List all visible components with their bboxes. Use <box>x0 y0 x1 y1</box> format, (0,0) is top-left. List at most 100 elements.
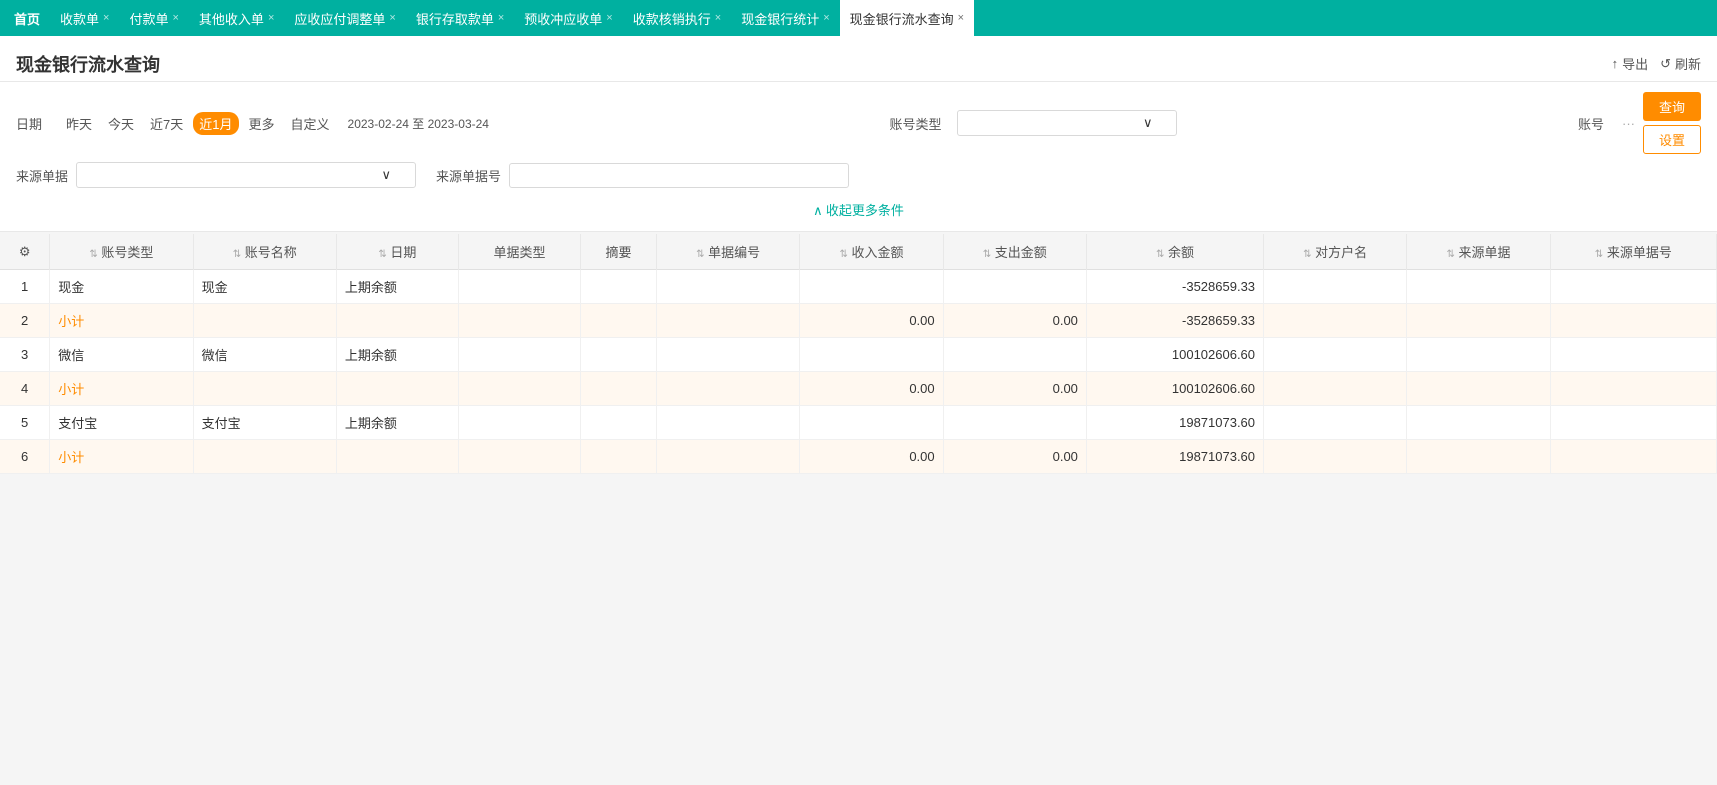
cell-summary <box>580 304 656 338</box>
nav-tab-statistics[interactable]: 现金银行统计 × <box>731 0 839 36</box>
sort-icon[interactable]: ⇅ <box>89 249 97 260</box>
cell-date: 上期余额 <box>336 270 458 304</box>
cell-expense <box>943 406 1086 440</box>
close-icon[interactable]: × <box>498 12 504 24</box>
cell-account-type: 现金 <box>50 270 193 304</box>
date-option-more[interactable]: 更多 <box>243 112 281 135</box>
cell-balance: 100102606.60 <box>1086 372 1263 406</box>
close-icon[interactable]: × <box>389 12 395 24</box>
gear-icon: ⚙ <box>19 244 31 259</box>
row-number: 1 <box>0 270 50 304</box>
col-doc-type: 单据类型 <box>458 234 580 270</box>
query-button[interactable]: 查询 <box>1643 92 1701 121</box>
source-doc-label: 来源单据 <box>16 166 68 185</box>
close-icon[interactable]: × <box>103 12 109 24</box>
cell-account-type: 支付宝 <box>50 406 193 440</box>
source-doc-select[interactable]: ∨ <box>76 162 416 188</box>
nav-tab-flow-query[interactable]: 现金银行流水查询 × <box>840 0 974 36</box>
source-doc-num-input[interactable] <box>509 163 849 188</box>
nav-tab-home[interactable]: 首页 <box>4 0 50 36</box>
close-icon[interactable]: × <box>823 12 829 24</box>
sort-icon[interactable]: ⇅ <box>839 249 847 260</box>
cell-source-doc-no <box>1550 338 1716 372</box>
sort-icon[interactable]: ⇅ <box>1595 249 1603 260</box>
col-expense: ⇅ 支出金额 <box>943 234 1086 270</box>
nav-tab-payment[interactable]: 付款单 × <box>119 0 188 36</box>
cell-doc-type <box>458 372 580 406</box>
account-type-select[interactable]: ∨ <box>957 110 1177 136</box>
cell-counterparty <box>1264 304 1407 338</box>
top-navigation: 首页 收款单 × 付款单 × 其他收入单 × 应收应付调整单 × 银行存取款单 … <box>0 0 1717 36</box>
row-number: 2 <box>0 304 50 338</box>
row-number: 5 <box>0 406 50 440</box>
date-option-custom[interactable]: 自定义 <box>285 112 336 135</box>
cell-date <box>336 372 458 406</box>
account-dots-button[interactable]: ··· <box>1622 116 1635 131</box>
sort-icon[interactable]: ⇅ <box>1303 249 1311 260</box>
cell-account-type: 小计 <box>50 440 193 474</box>
account-type-label: 账号类型 <box>889 114 949 133</box>
close-icon[interactable]: × <box>715 12 721 24</box>
cell-doc-no <box>657 440 800 474</box>
nav-tab-verification[interactable]: 收款核销执行 × <box>623 0 731 36</box>
date-option-7days[interactable]: 近7天 <box>144 112 189 135</box>
cell-expense <box>943 338 1086 372</box>
col-account-type: ⇅ 账号类型 <box>50 234 193 270</box>
date-option-yesterday[interactable]: 昨天 <box>60 112 98 135</box>
cell-doc-type <box>458 270 580 304</box>
col-summary: 摘要 <box>580 234 656 270</box>
close-icon[interactable]: × <box>172 12 178 24</box>
sort-icon[interactable]: ⇅ <box>696 249 704 260</box>
cell-doc-no <box>657 406 800 440</box>
cell-source-doc-no <box>1550 440 1716 474</box>
sort-icon[interactable]: ⇅ <box>1156 249 1164 260</box>
collapse-bar[interactable]: ∧ 收起更多条件 <box>16 196 1701 221</box>
cell-account-name <box>193 440 336 474</box>
col-settings[interactable]: ⚙ <box>0 234 50 270</box>
date-option-1month[interactable]: 近1月 <box>193 112 238 135</box>
refresh-icon: ↺ <box>1660 56 1671 72</box>
header-actions: ↑ 导出 ↺ 刷新 <box>1612 54 1701 73</box>
cell-balance: -3528659.33 <box>1086 304 1263 338</box>
sort-icon[interactable]: ⇅ <box>983 249 991 260</box>
filter-area: 日期 昨天 今天 近7天 近1月 更多 自定义 2023-02-24 至 202… <box>0 82 1717 232</box>
nav-tab-bank-deposit[interactable]: 银行存取款单 × <box>406 0 514 36</box>
close-icon[interactable]: × <box>268 12 274 24</box>
cell-source-doc <box>1407 440 1550 474</box>
date-range-display: 2023-02-24 至 2023-03-24 <box>348 115 489 132</box>
nav-tab-advance[interactable]: 预收冲应收单 × <box>514 0 622 36</box>
cell-balance: 19871073.60 <box>1086 406 1263 440</box>
nav-tab-adjustment[interactable]: 应收应付调整单 × <box>284 0 405 36</box>
table-row: 1现金现金上期余额-3528659.33 <box>0 270 1717 304</box>
nav-tab-receipt[interactable]: 收款单 × <box>50 0 119 36</box>
cell-account-name <box>193 372 336 406</box>
cell-income: 0.00 <box>800 440 943 474</box>
sort-icon[interactable]: ⇅ <box>378 249 386 260</box>
cell-source-doc-no <box>1550 406 1716 440</box>
close-icon[interactable]: × <box>958 12 964 24</box>
sort-icon[interactable]: ⇅ <box>1446 249 1454 260</box>
cell-doc-no <box>657 338 800 372</box>
col-income: ⇅ 收入金额 <box>800 234 943 270</box>
table-row: 4小计0.000.00100102606.60 <box>0 372 1717 406</box>
nav-tab-other-income[interactable]: 其他收入单 × <box>189 0 284 36</box>
filter-row-source: 来源单据 ∨ 来源单据号 <box>16 162 1701 188</box>
cell-source-doc <box>1407 372 1550 406</box>
cell-doc-no <box>657 304 800 338</box>
table-body: 1现金现金上期余额-3528659.332小计0.000.00-3528659.… <box>0 270 1717 474</box>
source-doc-num-label: 来源单据号 <box>436 166 501 185</box>
close-icon[interactable]: × <box>606 12 612 24</box>
cell-counterparty <box>1264 372 1407 406</box>
settings-button[interactable]: 设置 <box>1643 125 1701 154</box>
export-button[interactable]: ↑ 导出 <box>1612 54 1649 73</box>
cell-date <box>336 440 458 474</box>
account-label: 账号 <box>1578 114 1614 133</box>
date-option-today[interactable]: 今天 <box>102 112 140 135</box>
cell-balance: -3528659.33 <box>1086 270 1263 304</box>
cell-source-doc-no <box>1550 372 1716 406</box>
date-options: 昨天 今天 近7天 近1月 更多 自定义 <box>60 112 336 135</box>
cell-expense <box>943 270 1086 304</box>
sort-icon[interactable]: ⇅ <box>233 249 241 260</box>
cell-account-name <box>193 304 336 338</box>
refresh-button[interactable]: ↺ 刷新 <box>1660 54 1701 73</box>
